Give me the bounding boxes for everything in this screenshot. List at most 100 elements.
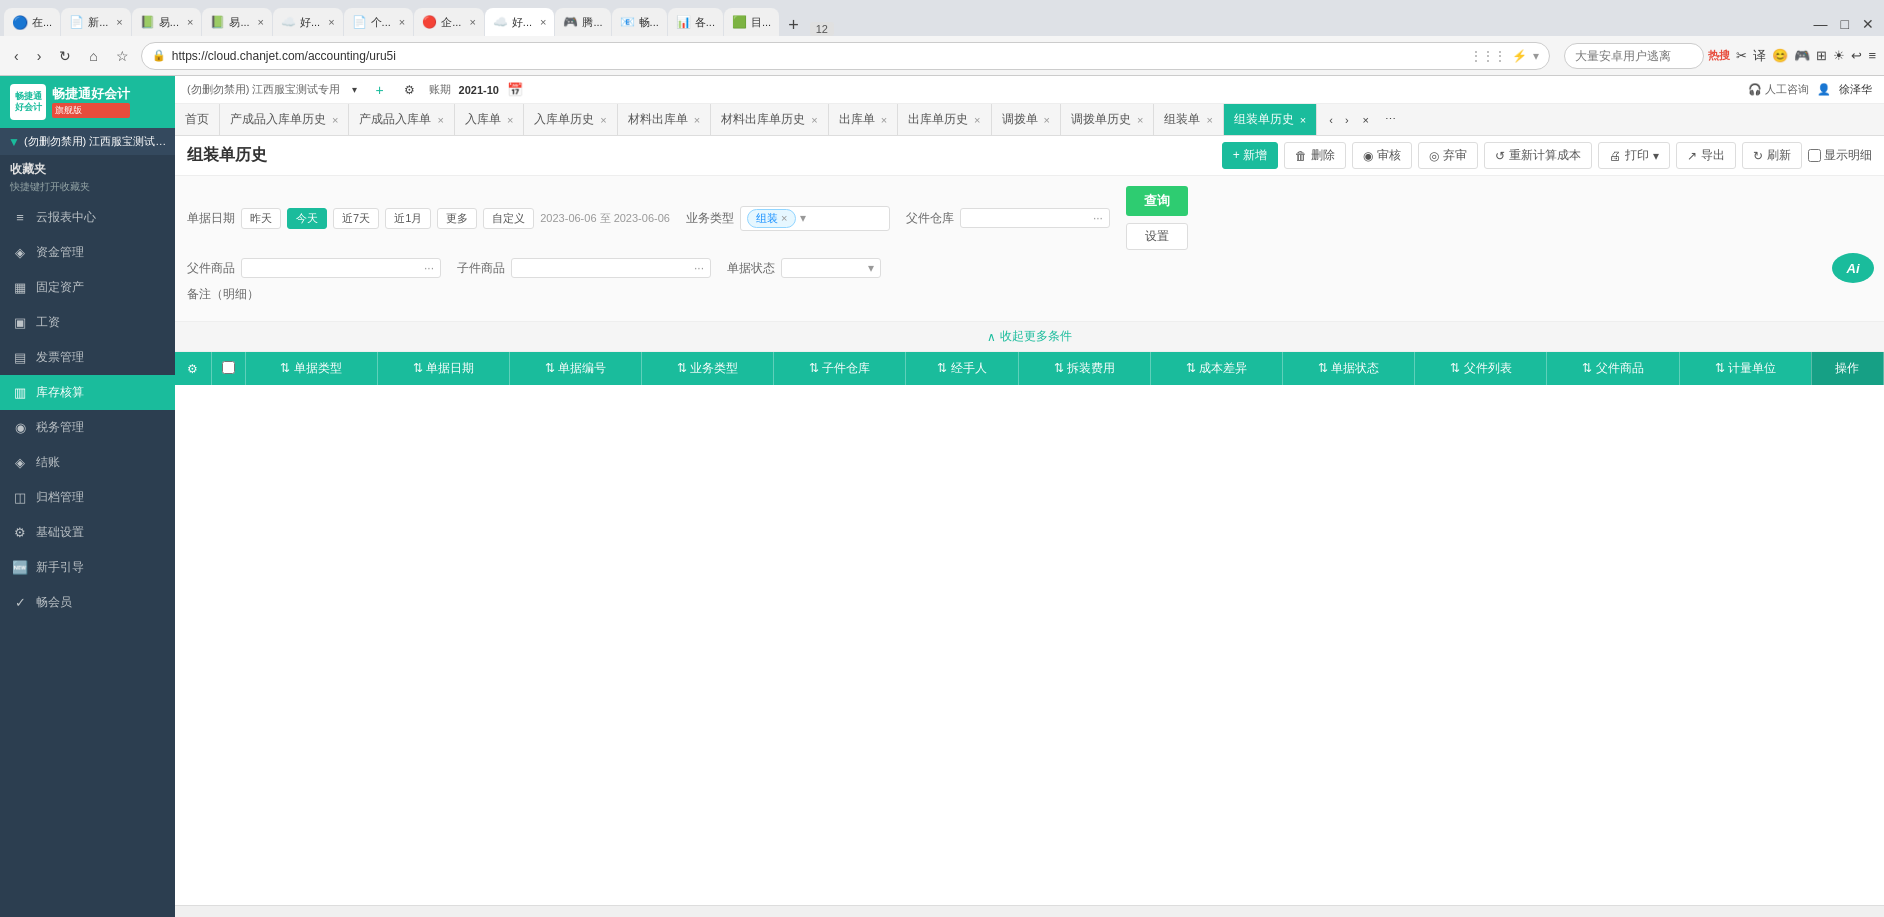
cut-icon[interactable]: ✂ — [1736, 48, 1747, 63]
date-btn-yesterday[interactable]: 昨天 — [241, 208, 281, 229]
date-btn-more[interactable]: 更多 — [437, 208, 477, 229]
bill-status-input[interactable]: ▾ — [781, 258, 881, 278]
tab-close-4[interactable]: × — [258, 16, 264, 28]
sidebar-company[interactable]: ▼ (勿删勿禁用) 江西服宝测试专用 — [0, 128, 175, 155]
business-type-input[interactable]: 组装 × ▾ — [740, 206, 890, 231]
tab-close-material-out[interactable]: × — [694, 114, 700, 126]
abandon-button[interactable]: ◎ 弃审 — [1418, 142, 1478, 169]
tab-transfer[interactable]: 调拨单 × — [992, 104, 1061, 136]
date-btn-7days[interactable]: 近7天 — [333, 208, 379, 229]
col-checkbox[interactable] — [211, 352, 245, 385]
grid-icon[interactable]: ⊞ — [1816, 48, 1827, 63]
company-dropdown[interactable]: ▾ — [348, 83, 361, 96]
sidebar-item-archive[interactable]: ◫ 归档管理 — [0, 480, 175, 515]
add-account-btn[interactable]: + — [369, 78, 389, 102]
tab-assemble-history[interactable]: 组装单历史 × — [1224, 104, 1317, 136]
browser-tab-2[interactable]: 📄 新... × — [61, 8, 131, 36]
new-tab-button[interactable]: + — [780, 15, 807, 36]
browser-tab-5[interactable]: ☁️ 好... × — [273, 8, 343, 36]
parent-warehouse-dots[interactable]: ··· — [1093, 211, 1103, 225]
col-business-type[interactable]: ⇅ 业务类型 — [641, 352, 773, 385]
tab-material-out[interactable]: 材料出库单 × — [618, 104, 711, 136]
ai-button[interactable]: Ai — [1832, 253, 1874, 283]
select-all-checkbox[interactable] — [222, 361, 235, 374]
refresh-button[interactable]: ↻ 刷新 — [1742, 142, 1802, 169]
tab-close-in[interactable]: × — [507, 114, 513, 126]
print-dropdown-icon[interactable]: ▾ — [1653, 149, 1659, 163]
sidebar-item-guide[interactable]: 🆕 新手引导 — [0, 550, 175, 585]
col-bill-status[interactable]: ⇅ 单据状态 — [1283, 352, 1415, 385]
tab-close-3[interactable]: × — [187, 16, 193, 28]
add-button[interactable]: + 新增 — [1222, 142, 1278, 169]
tab-close-produce-in-history[interactable]: × — [332, 114, 338, 126]
tab-produce-in-history[interactable]: 产成品入库单历史 × — [220, 104, 349, 136]
tab-close-8[interactable]: × — [540, 16, 546, 28]
tab-close-assemble-history[interactable]: × — [1300, 114, 1306, 126]
parent-warehouse-input[interactable]: ··· — [960, 208, 1110, 228]
back-button[interactable]: ‹ — [8, 44, 25, 68]
address-bar[interactable]: 🔒 https://cloud.chanjet.com/accounting/u… — [141, 42, 1551, 70]
sidebar-item-tax[interactable]: ◉ 税务管理 — [0, 410, 175, 445]
tab-in[interactable]: 入库单 × — [455, 104, 524, 136]
date-btn-custom[interactable]: 自定义 — [483, 208, 534, 229]
undo-icon[interactable]: ↩ — [1851, 48, 1862, 63]
forward-button[interactable]: › — [31, 44, 48, 68]
game-icon[interactable]: 🎮 — [1794, 48, 1810, 63]
tab-out-history[interactable]: 出库单历史 × — [898, 104, 991, 136]
sidebar-item-fixed-assets[interactable]: ▦ 固定资产 — [0, 270, 175, 305]
calendar-icon[interactable]: 📅 — [507, 82, 523, 97]
col-bill-no[interactable]: ⇅ 单据编号 — [509, 352, 641, 385]
sidebar-item-settings[interactable]: ⚙ 基础设置 — [0, 515, 175, 550]
browser-tab-1[interactable]: 🔵 在... — [4, 8, 60, 36]
sidebar-item-salary[interactable]: ▣ 工资 — [0, 305, 175, 340]
tab-produce-in[interactable]: 产成品入库单 × — [349, 104, 454, 136]
tab-transfer-history[interactable]: 调拨单历史 × — [1061, 104, 1154, 136]
maximize-button[interactable]: □ — [1835, 12, 1855, 36]
bill-status-dropdown[interactable]: ▾ — [868, 261, 874, 275]
recalc-button[interactable]: ↺ 重新计算成本 — [1484, 142, 1592, 169]
col-bill-type[interactable]: ⇅ 单据类型 — [245, 352, 377, 385]
col-child-warehouse[interactable]: ⇅ 子件仓库 — [774, 352, 906, 385]
tab-more-btn[interactable]: ⋯ — [1379, 109, 1402, 130]
home-button[interactable]: ⌂ — [83, 44, 103, 68]
browser-tab-9[interactable]: 🎮 腾... — [555, 8, 610, 36]
tab-material-out-history[interactable]: 材料出库单历史 × — [711, 104, 828, 136]
setting-button[interactable]: 设置 — [1126, 223, 1188, 250]
date-btn-1month[interactable]: 近1月 — [385, 208, 431, 229]
tab-close-transfer-history[interactable]: × — [1137, 114, 1143, 126]
tab-next-btn[interactable]: › — [1341, 113, 1353, 127]
date-btn-today[interactable]: 今天 — [287, 208, 327, 229]
close-window-button[interactable]: ✕ — [1856, 12, 1880, 36]
print-button[interactable]: 🖨 打印 ▾ — [1598, 142, 1670, 169]
show-detail-checkbox[interactable]: 显示明细 — [1808, 147, 1872, 164]
col-unit[interactable]: ⇅ 计量单位 — [1679, 352, 1811, 385]
tab-close-5[interactable]: × — [328, 16, 334, 28]
tab-close-out-history[interactable]: × — [974, 114, 980, 126]
sidebar-item-member[interactable]: ✓ 畅会员 — [0, 585, 175, 620]
audit-button[interactable]: ◉ 审核 — [1352, 142, 1412, 169]
sidebar-item-fund[interactable]: ◈ 资金管理 — [0, 235, 175, 270]
browser-tab-12[interactable]: 🟩 目... — [724, 8, 779, 36]
tab-close-transfer[interactable]: × — [1044, 114, 1050, 126]
tab-close-7[interactable]: × — [469, 16, 475, 28]
tab-in-history[interactable]: 入库单历史 × — [524, 104, 617, 136]
tab-close-assemble[interactable]: × — [1206, 114, 1212, 126]
browser-tab-10[interactable]: 📧 畅... — [612, 8, 667, 36]
tab-close-produce-in[interactable]: × — [437, 114, 443, 126]
tab-close-6[interactable]: × — [399, 16, 405, 28]
col-cost-diff[interactable]: ⇅ 成本差异 — [1151, 352, 1283, 385]
parent-goods-input[interactable]: ··· — [241, 258, 441, 278]
show-detail-input[interactable] — [1808, 149, 1821, 162]
browser-tab-11[interactable]: 📊 各... — [668, 8, 723, 36]
sidebar-item-settle[interactable]: ◈ 结账 — [0, 445, 175, 480]
sun-icon[interactable]: ☀ — [1833, 48, 1845, 63]
browser-tab-7[interactable]: 🔴 企... × — [414, 8, 484, 36]
browser-search-input[interactable] — [1564, 43, 1704, 69]
query-button[interactable]: 查询 — [1126, 186, 1188, 216]
tab-close-current-btn[interactable]: × — [1357, 110, 1375, 130]
menu-icon[interactable]: ≡ — [1868, 48, 1876, 63]
sidebar-item-cloud-report[interactable]: ≡ 云报表中心 — [0, 200, 175, 235]
collapse-bar[interactable]: ∧ 收起更多条件 — [175, 322, 1884, 352]
translate-icon[interactable]: 译 — [1753, 47, 1766, 65]
sidebar-item-inventory[interactable]: ▥ 库存核算 — [0, 375, 175, 410]
